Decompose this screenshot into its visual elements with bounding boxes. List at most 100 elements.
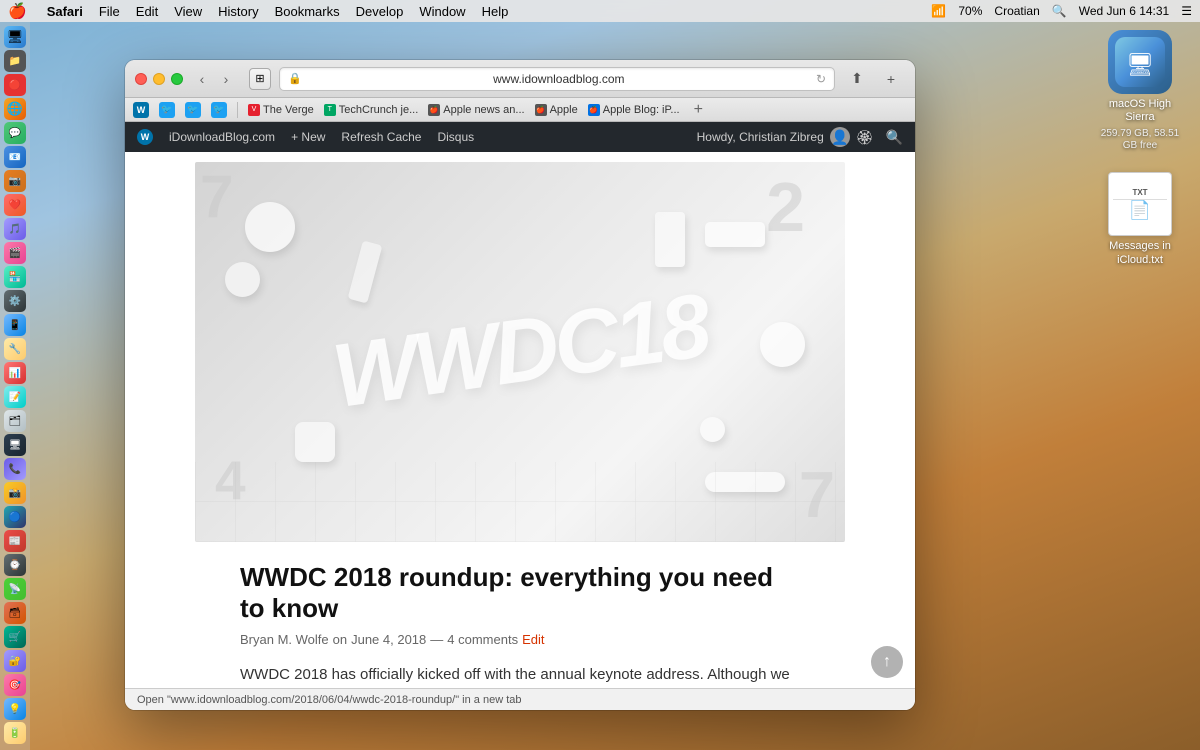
bookmark-apple-news[interactable]: 🍎 Apple news an... (428, 104, 524, 116)
content-area[interactable]: WWDC18 7 2 4 7 WWDC 2018 roundup: everyt… (125, 152, 915, 688)
status-text: Open "www.idownloadblog.com/2018/06/04/w… (137, 694, 522, 706)
menu-edit[interactable]: Edit (136, 4, 158, 19)
article-on: on (333, 632, 347, 647)
traffic-lights (135, 73, 183, 85)
titlebar: ‹ › ⊞ 🔒 www.idownloadblog.com ↻ ⬆ + (125, 60, 915, 98)
nav-buttons: ‹ › (191, 68, 237, 90)
article-author: Bryan M. Wolfe (240, 632, 329, 647)
bookmark-verge[interactable]: V The Verge (248, 104, 314, 116)
menubar-extra[interactable]: ☰ (1181, 4, 1192, 18)
dock-icon-18[interactable]: 📞 (4, 458, 26, 480)
dock-icon-6[interactable]: 📷 (4, 170, 26, 192)
dock-icon-finder[interactable]: 🖥 (4, 26, 26, 48)
menubar-user[interactable]: Croatian (994, 4, 1039, 18)
article-body: WWDC 2018 has officially kicked off with… (240, 663, 800, 688)
dock-icon-4[interactable]: 💬 (4, 122, 26, 144)
svg-text:🖥: 🖥 (1126, 52, 1154, 77)
menubar-battery: 70% (958, 4, 982, 18)
article-content: WWDC 2018 roundup: everything you need t… (190, 542, 850, 688)
article-separator: — (430, 632, 443, 647)
dock-icon-2[interactable]: 🔴 (4, 74, 26, 96)
dock-icon-26[interactable]: 🔐 (4, 650, 26, 672)
dock-icon-25[interactable]: 🛒 (4, 626, 26, 648)
wwdc-text: WWDC18 (327, 275, 714, 429)
status-bar: Open "www.idownloadblog.com/2018/06/04/w… (125, 688, 915, 710)
bookmark-twitter2[interactable]: 🐦 (185, 102, 201, 118)
bookmark-apple[interactable]: 🍎 Apple (535, 104, 578, 116)
add-bookmark-button[interactable]: + (694, 101, 703, 119)
forward-button[interactable]: › (215, 68, 237, 90)
article-comments: 4 comments (447, 632, 518, 647)
bookmark-techcrunch[interactable]: T TechCrunch je... (324, 104, 418, 116)
shape-rect-2 (295, 422, 335, 462)
bookmark-twitter3[interactable]: 🐦 (211, 102, 227, 118)
menu-view[interactable]: View (174, 4, 202, 19)
wp-disqus-button[interactable]: Disqus (437, 130, 474, 144)
dock-icon-19[interactable]: 📸 (4, 482, 26, 504)
menu-help[interactable]: Help (482, 4, 509, 19)
dock-icon-14[interactable]: 📊 (4, 362, 26, 384)
scroll-top-button[interactable]: ↑ (871, 646, 903, 678)
wp-new-button[interactable]: + New (291, 130, 325, 144)
menu-bookmarks[interactable]: Bookmarks (275, 4, 340, 19)
menu-develop[interactable]: Develop (356, 4, 404, 19)
dock-icon-12[interactable]: 📱 (4, 314, 26, 336)
apple-menu-icon[interactable]: 🍎 (8, 2, 27, 20)
url-bar[interactable]: 🔒 www.idownloadblog.com ↻ (279, 67, 835, 91)
bg-numbers-2: 2 (766, 167, 805, 247)
dock-icon-24[interactable]: 🗃 (4, 602, 26, 624)
dock-icon-27[interactable]: 🎯 (4, 674, 26, 696)
desktop-icon-txt[interactable]: TXT 📄 Messages in iCloud.txt (1100, 172, 1180, 266)
dock-icon-20[interactable]: 🔵 (4, 506, 26, 528)
dock-icon-11[interactable]: ⚙️ (4, 290, 26, 312)
dock-icon-9[interactable]: 🎬 (4, 242, 26, 264)
reload-icon[interactable]: ↻ (816, 72, 826, 86)
back-button[interactable]: ‹ (191, 68, 213, 90)
wp-site-name[interactable]: iDownloadBlog.com (169, 130, 275, 144)
menubar-search-icon[interactable]: 🔍 (1052, 4, 1067, 18)
toolbar-right-buttons: ⬆ + (843, 67, 905, 91)
dock-icon-16[interactable]: 🗂 (4, 410, 26, 432)
dock-icon-1[interactable]: 📁 (4, 50, 26, 72)
new-tab-button[interactable]: + (877, 67, 905, 91)
wp-admin-bar: W iDownloadBlog.com + New Refresh Cache … (125, 122, 915, 152)
wp-user-avatar[interactable]: 👤 (830, 127, 850, 147)
bookmark-twitter1[interactable]: 🐦 (159, 102, 175, 118)
dock-icon-17[interactable]: 🖥 (4, 434, 26, 456)
dock-icon-10[interactable]: 🏪 (4, 266, 26, 288)
bookmarks-bar: W 🐦 🐦 🐦 V The Verge T TechCrunch je... 🍎… (125, 98, 915, 122)
dock-icon-21[interactable]: 📰 (4, 530, 26, 552)
close-button[interactable] (135, 73, 147, 85)
tab-overview-button[interactable]: ⊞ (249, 68, 271, 90)
dock-icon-15[interactable]: 📝 (4, 386, 26, 408)
minimize-button[interactable] (153, 73, 165, 85)
url-text: www.idownloadblog.com (308, 72, 810, 86)
wp-logo-icon[interactable]: W (137, 129, 153, 145)
article-edit-link[interactable]: Edit (522, 632, 544, 647)
menu-history[interactable]: History (218, 4, 258, 19)
dock-icon-8[interactable]: 🎵 (4, 218, 26, 240)
grid-pattern (195, 462, 845, 542)
dock-icon-13[interactable]: 🔧 (4, 338, 26, 360)
dock-icon-28[interactable]: 💡 (4, 698, 26, 720)
hero-image: WWDC18 7 2 4 7 (195, 162, 845, 542)
dock-icon-3[interactable]: 🌐 (4, 98, 26, 120)
wp-search-icon[interactable]: 🔍 (886, 129, 903, 146)
dock-icon-23[interactable]: 📡 (4, 578, 26, 600)
app-name[interactable]: Safari (47, 4, 83, 19)
bookmark-wp-icon[interactable]: W (133, 102, 149, 118)
macos-icon-image: 🖥 (1108, 30, 1172, 94)
dock-icon-29[interactable]: 🔋 (4, 722, 26, 744)
desktop-icon-macos[interactable]: 🖥 macOS High Sierra 259.79 GB, 58.51 GB … (1100, 30, 1180, 152)
menu-window[interactable]: Window (419, 4, 465, 19)
menu-file[interactable]: File (99, 4, 120, 19)
maximize-button[interactable] (171, 73, 183, 85)
dock-icon-22[interactable]: ⌚ (4, 554, 26, 576)
shape-rotated-1 (348, 240, 383, 303)
share-button[interactable]: ⬆ (843, 67, 871, 91)
dock-icon-7[interactable]: ❤️ (4, 194, 26, 216)
dock-icon-5[interactable]: 📧 (4, 146, 26, 168)
wp-refresh-button[interactable]: Refresh Cache (341, 130, 421, 144)
bookmark-apple-blog[interactable]: 🍎 Apple Blog: iP... (588, 104, 680, 116)
menubar-wifi-icon[interactable]: 📶 (931, 4, 946, 18)
